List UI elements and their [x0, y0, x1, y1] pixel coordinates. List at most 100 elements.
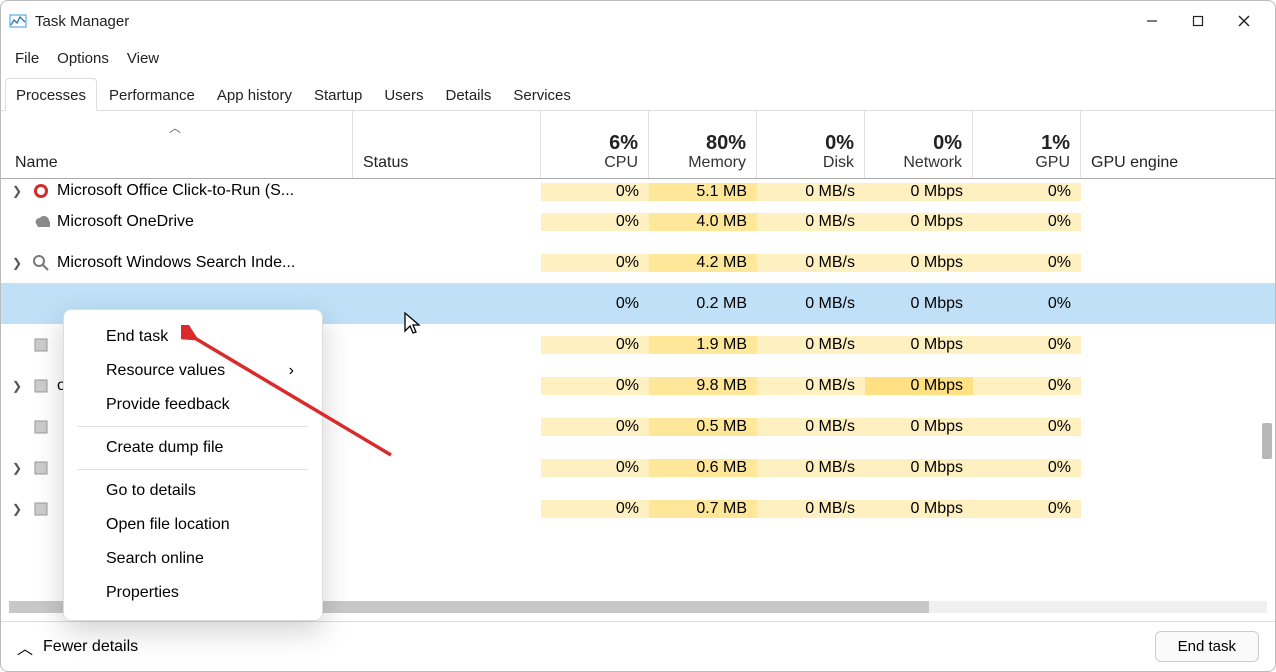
- menu-file[interactable]: File: [15, 50, 39, 67]
- disk-cell: 0 MB/s: [757, 336, 865, 354]
- expand-icon[interactable]: ❯: [9, 461, 25, 475]
- network-cell: 0 Mbps: [865, 295, 973, 313]
- ctx-end-task[interactable]: End task: [64, 320, 322, 354]
- menu-options[interactable]: Options: [57, 50, 109, 67]
- network-cell: 0 Mbps: [865, 418, 973, 436]
- minimize-button[interactable]: [1129, 5, 1175, 37]
- ctx-separator: [78, 469, 308, 470]
- maximize-button[interactable]: [1175, 5, 1221, 37]
- col-gpu-engine[interactable]: GPU engine: [1081, 111, 1275, 178]
- cpu-cell: 0%: [541, 459, 649, 477]
- network-cell: 0 Mbps: [865, 377, 973, 395]
- process-name: Microsoft Office Click-to-Run (S...: [57, 182, 294, 200]
- memory-cell: 0.6 MB: [649, 459, 757, 477]
- col-name[interactable]: ︿ Name: [1, 111, 353, 178]
- memory-cell: 0.7 MB: [649, 500, 757, 518]
- memory-cell: 9.8 MB: [649, 377, 757, 395]
- fewer-details-label: Fewer details: [43, 638, 138, 656]
- disk-cell: 0 MB/s: [757, 459, 865, 477]
- network-cell: 0 Mbps: [865, 459, 973, 477]
- col-disk[interactable]: 0%Disk: [757, 111, 865, 178]
- cpu-cell: 0%: [541, 254, 649, 272]
- disk-cell: 0 MB/s: [757, 377, 865, 395]
- memory-cell: 0.2 MB: [649, 295, 757, 313]
- gpu-cell: 0%: [973, 377, 1081, 395]
- gpu-cell: 0%: [973, 336, 1081, 354]
- close-button[interactable]: [1221, 5, 1267, 37]
- col-cpu[interactable]: 6%CPU: [541, 111, 649, 178]
- ctx-open-file-location[interactable]: Open file location: [64, 508, 322, 542]
- gpu-cell: 0%: [973, 459, 1081, 477]
- cpu-cell: 0%: [541, 336, 649, 354]
- disk-cell: 0 MB/s: [757, 213, 865, 231]
- cpu-cell: 0%: [541, 500, 649, 518]
- task-manager-window: Task Manager File Options View Processes…: [0, 0, 1276, 672]
- col-memory[interactable]: 80%Memory: [649, 111, 757, 178]
- expand-icon[interactable]: ❯: [9, 379, 25, 393]
- col-gpu[interactable]: 1%GPU: [973, 111, 1081, 178]
- tab-bar: Processes Performance App history Startu…: [1, 75, 1275, 111]
- disk-cell: 0 MB/s: [757, 295, 865, 313]
- ctx-go-to-details[interactable]: Go to details: [64, 474, 322, 508]
- gpu-cell: 0%: [973, 418, 1081, 436]
- memory-cell: 4.0 MB: [649, 213, 757, 231]
- cpu-cell: 0%: [541, 183, 649, 201]
- fewer-details-toggle[interactable]: ︿ Fewer details: [17, 635, 138, 659]
- expand-icon[interactable]: ❯: [9, 184, 25, 198]
- process-icon: [31, 417, 51, 437]
- disk-cell: 0 MB/s: [757, 500, 865, 518]
- tab-services[interactable]: Services: [503, 79, 581, 110]
- tab-users[interactable]: Users: [374, 79, 433, 110]
- ctx-properties[interactable]: Properties: [64, 576, 322, 610]
- cpu-cell: 0%: [541, 418, 649, 436]
- ctx-separator: [78, 426, 308, 427]
- end-task-button[interactable]: End task: [1155, 631, 1259, 662]
- footer: ︿ Fewer details End task: [1, 621, 1275, 671]
- ctx-search-online[interactable]: Search online: [64, 542, 322, 576]
- process-icon: [31, 294, 51, 314]
- expand-icon[interactable]: ❯: [9, 502, 25, 516]
- network-cell: 0 Mbps: [865, 254, 973, 272]
- vertical-scrollbar-thumb[interactable]: [1262, 423, 1272, 459]
- ctx-resource-values[interactable]: Resource values›: [64, 354, 322, 388]
- expand-icon[interactable]: ❯: [9, 256, 25, 270]
- table-row[interactable]: ❯Microsoft Windows Search Inde...0%4.2 M…: [1, 242, 1275, 283]
- col-network[interactable]: 0%Network: [865, 111, 973, 178]
- tab-processes[interactable]: Processes: [5, 78, 97, 111]
- process-name: Microsoft Windows Search Inde...: [57, 254, 295, 272]
- memory-cell: 0.5 MB: [649, 418, 757, 436]
- table-row[interactable]: ❯Microsoft Office Click-to-Run (S...0%5.…: [1, 179, 1275, 201]
- ctx-create-dump[interactable]: Create dump file: [64, 431, 322, 465]
- process-name-cell: Microsoft OneDrive: [1, 212, 353, 232]
- gpu-cell: 0%: [973, 500, 1081, 518]
- col-name-label: Name: [15, 154, 342, 172]
- process-name-cell: ❯ Microsoft Windows Search Inde...: [1, 253, 353, 273]
- disk-cell: 0 MB/s: [757, 183, 865, 201]
- network-cell: 0 Mbps: [865, 500, 973, 518]
- gpu-cell: 0%: [973, 254, 1081, 272]
- tab-performance[interactable]: Performance: [99, 79, 205, 110]
- chevron-right-icon: ›: [289, 362, 294, 380]
- table-row[interactable]: Microsoft OneDrive0%4.0 MB0 MB/s0 Mbps0%: [1, 201, 1275, 242]
- tab-app-history[interactable]: App history: [207, 79, 302, 110]
- menu-view[interactable]: View: [127, 50, 159, 67]
- context-menu: End task Resource values› Provide feedba…: [63, 309, 323, 621]
- app-icon: [9, 12, 27, 30]
- process-name: Microsoft OneDrive: [57, 213, 194, 231]
- cpu-cell: 0%: [541, 295, 649, 313]
- process-icon: [31, 499, 51, 519]
- ctx-provide-feedback[interactable]: Provide feedback: [64, 388, 322, 422]
- chevron-up-icon: ︿: [17, 635, 33, 659]
- table-header: ︿ Name Status 6%CPU 80%Memory 0%Disk 0%N…: [1, 111, 1275, 179]
- disk-cell: 0 MB/s: [757, 254, 865, 272]
- gpu-cell: 0%: [973, 183, 1081, 201]
- gpu-cell: 0%: [973, 295, 1081, 313]
- tab-details[interactable]: Details: [436, 79, 502, 110]
- network-cell: 0 Mbps: [865, 336, 973, 354]
- process-icon: [31, 335, 51, 355]
- col-status[interactable]: Status: [353, 111, 541, 178]
- process-name-cell: ❯ Microsoft Office Click-to-Run (S...: [1, 181, 353, 201]
- memory-cell: 4.2 MB: [649, 254, 757, 272]
- app-title: Task Manager: [35, 13, 129, 30]
- tab-startup[interactable]: Startup: [304, 79, 372, 110]
